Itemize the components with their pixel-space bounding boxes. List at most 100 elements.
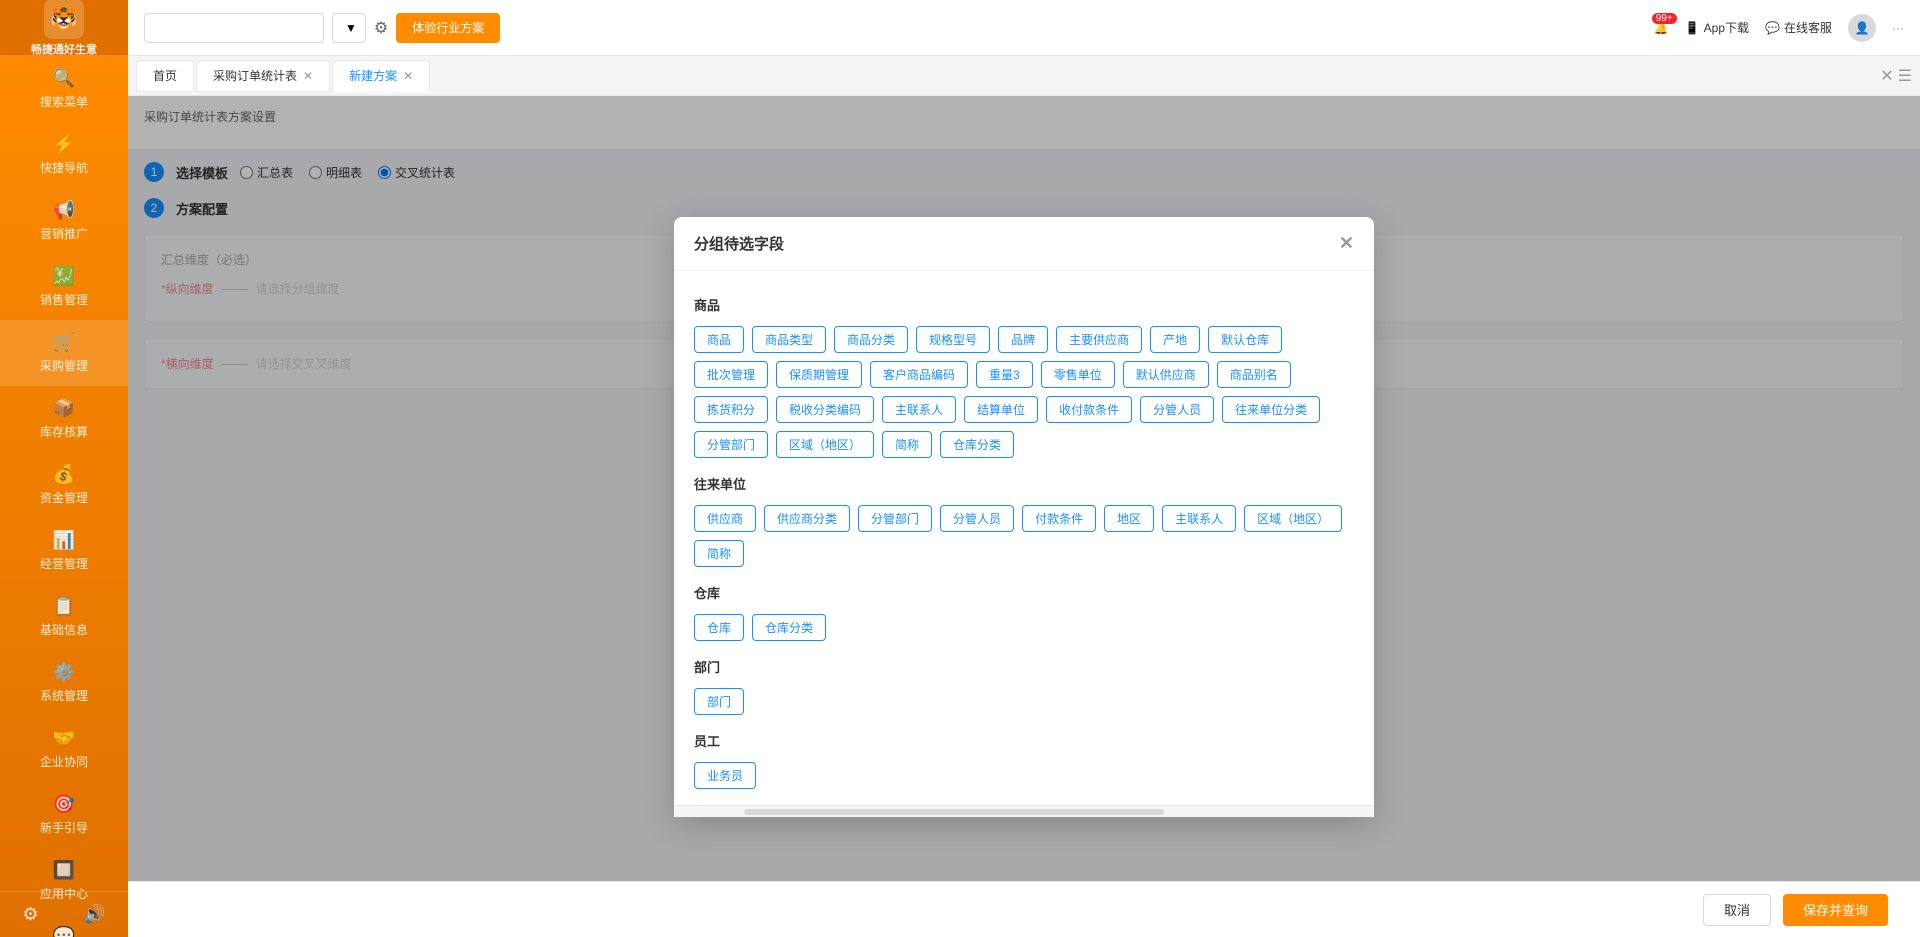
operations-icon: 📊 (53, 530, 75, 551)
settings-bottom-icon[interactable]: ⚙ (22, 904, 38, 925)
basic-icon: 📋 (53, 596, 75, 617)
app-icon: 📱 (1685, 21, 1700, 35)
dialog-close-button[interactable]: ✕ (1339, 234, 1354, 252)
dialog-title: 分组待选字段 (694, 233, 784, 254)
field-payment-cond[interactable]: 付款条件 (1022, 505, 1096, 532)
field-retail-unit[interactable]: 零售单位 (1041, 361, 1115, 388)
field-default-warehouse[interactable]: 默认仓库 (1208, 326, 1282, 353)
sidebar-logo: 🐯 畅捷通好生意 (0, 0, 128, 56)
modal-overlay[interactable]: 分组待选字段 ✕ 商品 商品 商品类型 商品分类 规格型号 品牌 主要供应商 产… (128, 96, 1920, 937)
sidebar-item-label: 库存核算 (40, 423, 88, 440)
tab-new-plan[interactable]: 新建方案 ✕ (332, 60, 430, 92)
tab-purchase-order[interactable]: 采购订单统计表 ✕ (196, 60, 330, 92)
employee-fields: 业务员 (694, 762, 1354, 789)
sidebar-item-label: 系统管理 (40, 687, 88, 704)
tab-close-all-icon[interactable]: ✕ (1880, 66, 1893, 86)
field-main-contact[interactable]: 主联系人 (882, 396, 956, 423)
sidebar-item-label: 快捷导航 (40, 159, 88, 176)
appstore-icon: 🔲 (53, 860, 75, 881)
sidebar-item-search[interactable]: 🔍 搜索菜单 (0, 56, 128, 122)
sidebar-bottom: ⚙ 🔊 (0, 891, 128, 937)
dialog-header: 分组待选字段 ✕ (674, 217, 1374, 271)
search-icon: 🔍 (53, 68, 75, 89)
system-icon: ⚙️ (53, 662, 75, 683)
field-supplier-category[interactable]: 供应商分类 (764, 505, 850, 532)
notification-bell[interactable]: 🔔 99+ (1654, 21, 1669, 35)
field-quality-mgmt[interactable]: 保质期管理 (776, 361, 862, 388)
field-department[interactable]: 部门 (694, 688, 744, 715)
sidebar-item-quick[interactable]: ⚡ 快捷导航 (0, 122, 128, 188)
field-manage-person[interactable]: 分管人员 (940, 505, 1014, 532)
field-pick-points[interactable]: 拣货积分 (694, 396, 768, 423)
field-customer-code[interactable]: 客户商品编码 (870, 361, 968, 388)
sidebar-item-cooperation[interactable]: 🤝 企业协同 (0, 716, 128, 782)
field-partner-category[interactable]: 往来单位分类 (1222, 396, 1320, 423)
field-settlement-unit[interactable]: 结算单位 (964, 396, 1038, 423)
field-product[interactable]: 商品 (694, 326, 744, 353)
topbar-gear-icon[interactable]: ⚙ (374, 18, 388, 38)
field-payment-terms[interactable]: 收付款条件 (1046, 396, 1132, 423)
logo-text: 畅捷通好生意 (31, 41, 97, 57)
field-product-alias[interactable]: 商品别名 (1217, 361, 1291, 388)
field-dept[interactable]: 分管部门 (694, 431, 768, 458)
newguide-icon: 🎯 (53, 794, 75, 815)
dialog-body[interactable]: 商品 商品 商品类型 商品分类 规格型号 品牌 主要供应商 产地 默认仓库 批次… (674, 271, 1374, 805)
sidebar-item-newguide[interactable]: 🎯 新手引导 (0, 782, 128, 848)
user-avatar[interactable]: 👤 (1848, 14, 1876, 42)
field-default-supplier[interactable]: 默认供应商 (1123, 361, 1209, 388)
sidebar-item-marketing[interactable]: 📢 营销推广 (0, 188, 128, 254)
field-tax-code[interactable]: 税收分类编码 (776, 396, 874, 423)
online-service-link[interactable]: 💬 在线客服 (1765, 19, 1832, 36)
tab-menu-icon[interactable]: ☰ (1898, 66, 1912, 86)
topbar-dropdown[interactable]: ▼ (332, 13, 366, 43)
field-brand[interactable]: 品牌 (998, 326, 1048, 353)
sidebar-item-label: 销售管理 (40, 291, 88, 308)
cancel-button[interactable]: 取消 (1703, 894, 1771, 926)
sidebar-item-label: 企业协同 (40, 753, 88, 770)
tab-home[interactable]: 首页 (136, 60, 194, 92)
sidebar-item-label: 采购管理 (40, 357, 88, 374)
tab-purchase-order-close[interactable]: ✕ (303, 69, 313, 83)
field-supervisor[interactable]: 分管人员 (1140, 396, 1214, 423)
sidebar-item-system[interactable]: ⚙️ 系统管理 (0, 650, 128, 716)
volume-icon[interactable]: 🔊 (83, 904, 105, 925)
notification-badge: 99+ (1652, 13, 1677, 24)
sidebar-item-purchase[interactable]: 🛒 采购管理 (0, 320, 128, 386)
field-weight3[interactable]: 重量3 (976, 361, 1033, 388)
field-warehouse[interactable]: 仓库 (694, 614, 744, 641)
tab-new-plan-close[interactable]: ✕ (403, 69, 413, 83)
field-salesperson[interactable]: 业务员 (694, 762, 756, 789)
field-region-counterpart[interactable]: 区域（地区） (1244, 505, 1342, 532)
sidebar-item-basic[interactable]: 📋 基础信息 (0, 584, 128, 650)
topbar-search-input[interactable] (144, 13, 324, 43)
product-fields: 商品 商品类型 商品分类 规格型号 品牌 主要供应商 产地 默认仓库 批次管理 … (694, 326, 1354, 458)
field-supplier[interactable]: 供应商 (694, 505, 756, 532)
field-warehouse-cat[interactable]: 仓库分类 (940, 431, 1014, 458)
field-manage-dept[interactable]: 分管部门 (858, 505, 932, 532)
sales-icon: 💹 (53, 266, 75, 287)
field-short-name-counterpart[interactable]: 简称 (694, 540, 744, 567)
sidebar-item-sales[interactable]: 💹 销售管理 (0, 254, 128, 320)
inventory-icon: 📦 (53, 398, 75, 419)
field-region-product[interactable]: 区域（地区） (776, 431, 874, 458)
sidebar-item-finance[interactable]: 💰 资金管理 (0, 452, 128, 518)
field-main-supplier[interactable]: 主要供应商 (1056, 326, 1142, 353)
sidebar-item-label: 资金管理 (40, 489, 88, 506)
field-short-name-product[interactable]: 简称 (882, 431, 932, 458)
marketing-icon: 📢 (53, 200, 75, 221)
field-origin[interactable]: 产地 (1150, 326, 1200, 353)
trial-btn[interactable]: 体验行业方案 (396, 13, 500, 43)
field-warehouse-category[interactable]: 仓库分类 (752, 614, 826, 641)
finance-icon: 💰 (53, 464, 75, 485)
field-product-category[interactable]: 商品分类 (834, 326, 908, 353)
app-download-link[interactable]: 📱 App下载 (1685, 19, 1749, 36)
sidebar-item-inventory[interactable]: 📦 库存核算 (0, 386, 128, 452)
field-main-contact2[interactable]: 主联系人 (1162, 505, 1236, 532)
field-product-type[interactable]: 商品类型 (752, 326, 826, 353)
field-spec-type[interactable]: 规格型号 (916, 326, 990, 353)
sidebar-item-operations[interactable]: 📊 经营管理 (0, 518, 128, 584)
dialog-horizontal-scrollbar[interactable] (674, 805, 1374, 817)
save-button[interactable]: 保存并查询 (1783, 894, 1888, 926)
field-area[interactable]: 地区 (1104, 505, 1154, 532)
field-batch-mgmt[interactable]: 批次管理 (694, 361, 768, 388)
